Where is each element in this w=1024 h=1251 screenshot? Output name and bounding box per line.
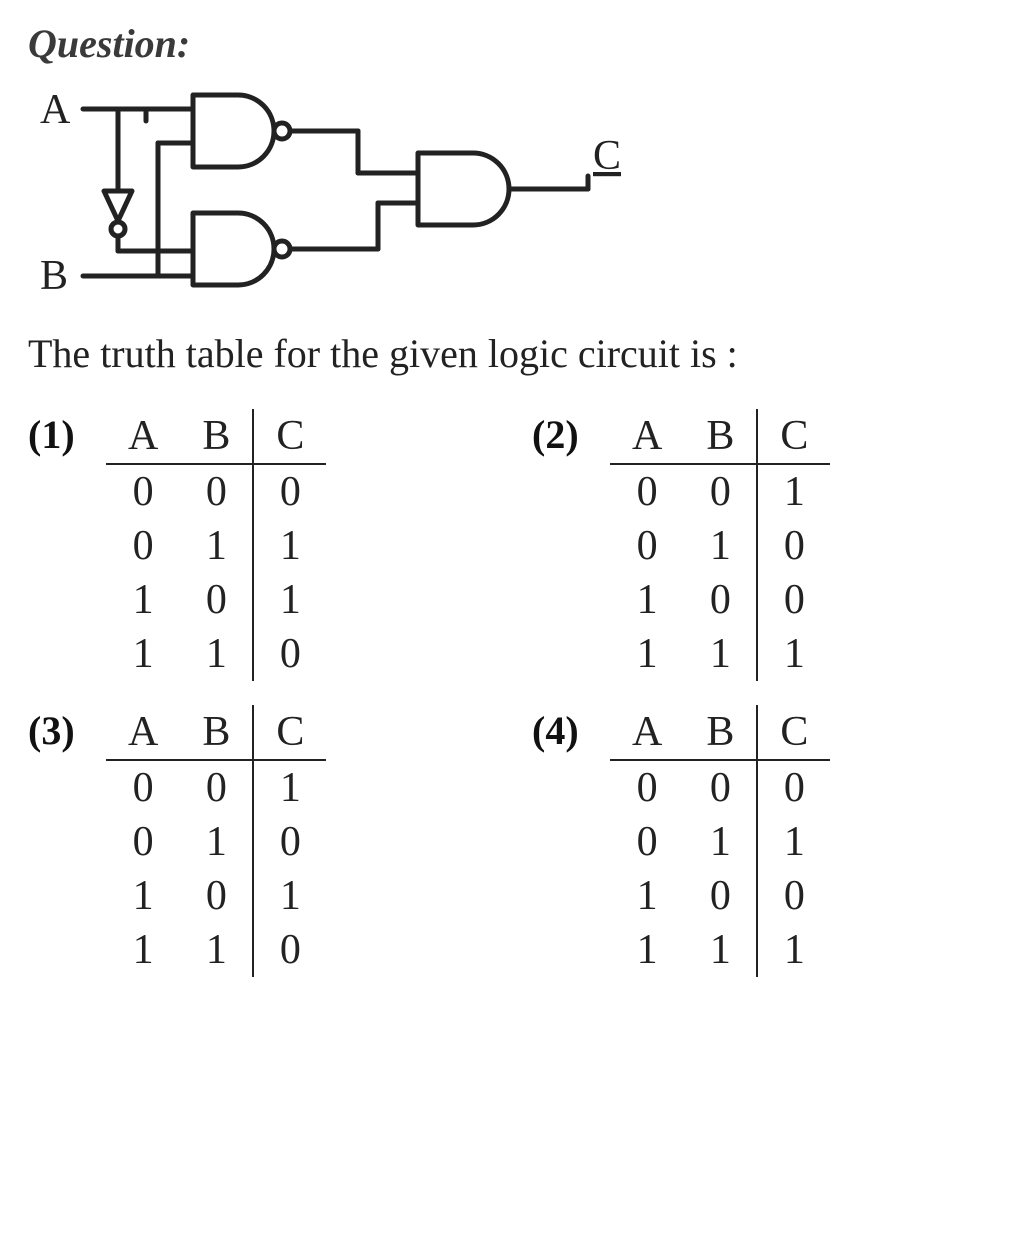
col-c: C bbox=[757, 409, 830, 464]
col-c: C bbox=[253, 705, 326, 760]
col-b: B bbox=[684, 409, 757, 464]
col-b: B bbox=[180, 705, 253, 760]
circuit-label-b: B bbox=[40, 253, 68, 299]
table-row: 110 bbox=[106, 923, 326, 977]
col-b: B bbox=[684, 705, 757, 760]
table-row: 101 bbox=[106, 573, 326, 627]
table-row: 000 bbox=[610, 760, 830, 815]
option-2-label: (2) bbox=[532, 409, 610, 458]
col-c: C bbox=[253, 409, 326, 464]
table-row: 001 bbox=[610, 464, 830, 519]
table-row: 010 bbox=[106, 815, 326, 869]
table-row: 100 bbox=[610, 573, 830, 627]
option-2-table: A B C 001 010 100 111 bbox=[610, 409, 830, 681]
table-row: 111 bbox=[610, 923, 830, 977]
table-row: 001 bbox=[106, 760, 326, 815]
table-row: 110 bbox=[106, 627, 326, 681]
option-4-table: A B C 000 011 100 111 bbox=[610, 705, 830, 977]
question-heading: Question: bbox=[28, 20, 996, 67]
question-prompt: The truth table for the given logic circ… bbox=[28, 327, 996, 381]
col-a: A bbox=[610, 705, 684, 760]
col-b: B bbox=[180, 409, 253, 464]
option-4-label: (4) bbox=[532, 705, 610, 754]
col-a: A bbox=[610, 409, 684, 464]
circuit-label-c: C bbox=[593, 133, 621, 179]
option-3-table: A B C 001 010 101 110 bbox=[106, 705, 326, 977]
table-row: 100 bbox=[610, 869, 830, 923]
table-row: 111 bbox=[610, 627, 830, 681]
table-row: 011 bbox=[106, 519, 326, 573]
options-grid: (1) A B C 000 011 101 110 (2) A B C bbox=[28, 409, 996, 977]
table-row: 000 bbox=[106, 464, 326, 519]
table-row: 011 bbox=[610, 815, 830, 869]
option-1-table: A B C 000 011 101 110 bbox=[106, 409, 326, 681]
option-3-label: (3) bbox=[28, 705, 106, 754]
option-2[interactable]: (2) A B C 001 010 100 111 bbox=[532, 409, 996, 681]
option-4[interactable]: (4) A B C 000 011 100 111 bbox=[532, 705, 996, 977]
table-row: 101 bbox=[106, 869, 326, 923]
col-a: A bbox=[106, 409, 180, 464]
option-3[interactable]: (3) A B C 001 010 101 110 bbox=[28, 705, 492, 977]
col-a: A bbox=[106, 705, 180, 760]
col-c: C bbox=[757, 705, 830, 760]
logic-circuit-diagram: A B C bbox=[28, 81, 996, 301]
circuit-label-a: A bbox=[40, 87, 71, 133]
option-1-label: (1) bbox=[28, 409, 106, 458]
option-1[interactable]: (1) A B C 000 011 101 110 bbox=[28, 409, 492, 681]
table-row: 010 bbox=[610, 519, 830, 573]
